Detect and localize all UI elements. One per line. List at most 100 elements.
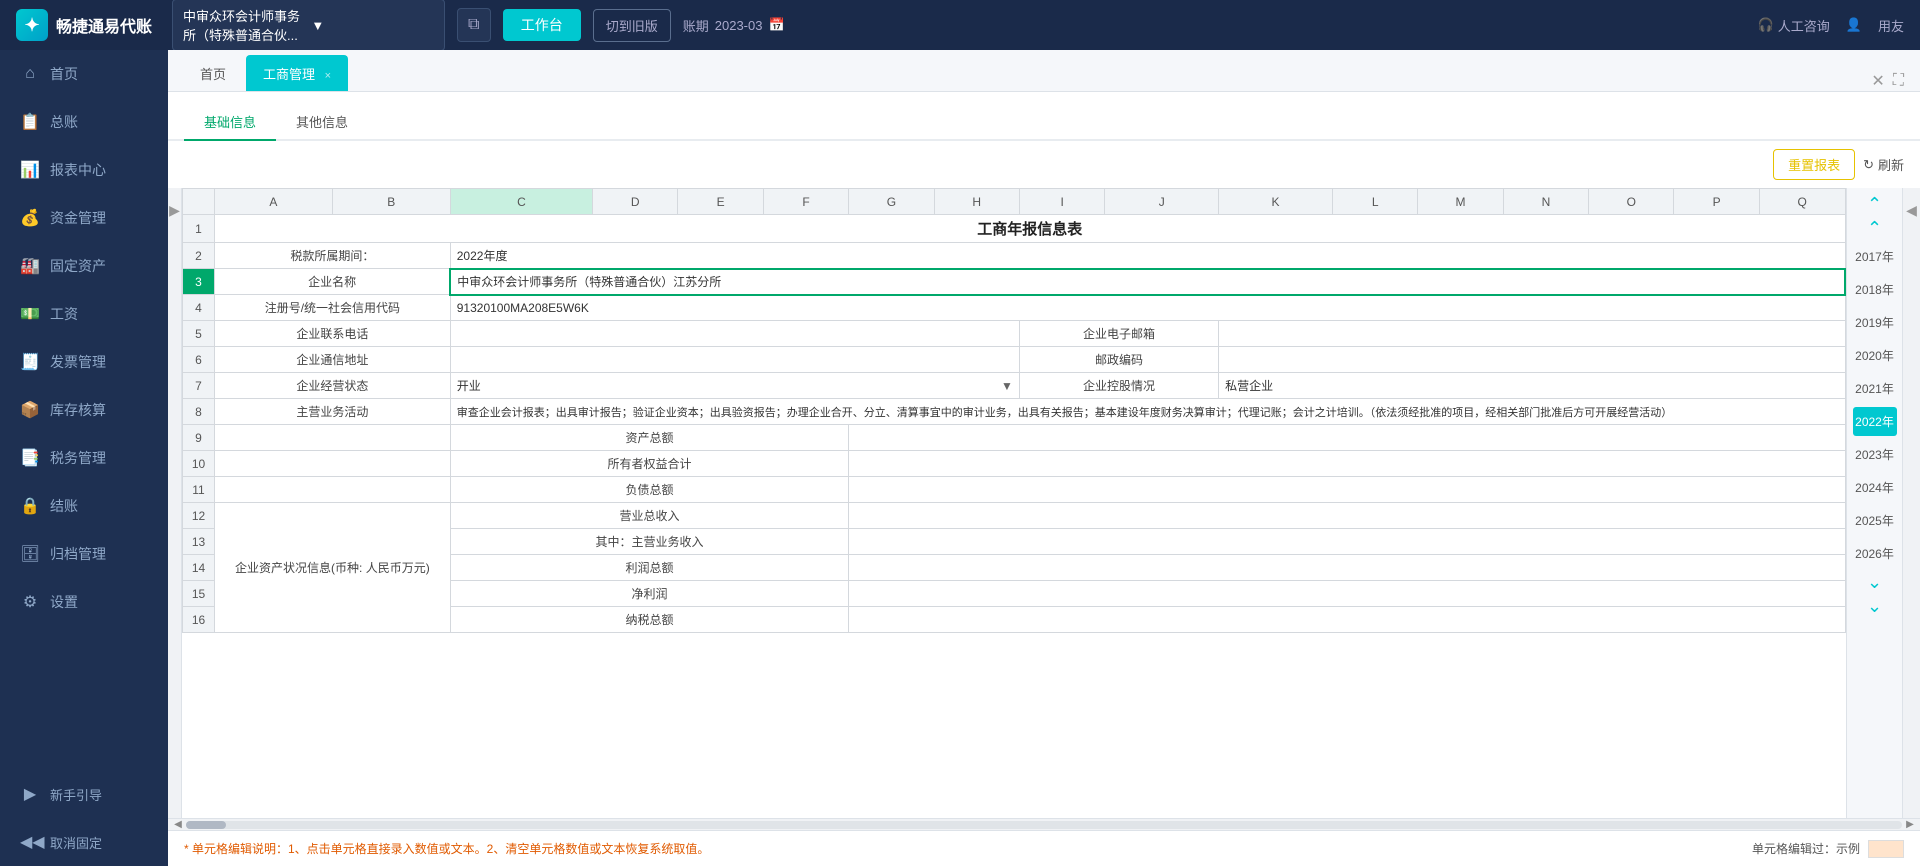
main-layout: ⌂ 首页 📋 总账 📊 报表中心 💰 资金管理 🏭 固定资产 💵 工资 🧾 发票… bbox=[0, 50, 1920, 866]
service-label: 人工咨询 bbox=[1778, 16, 1830, 35]
hscroll-track[interactable] bbox=[186, 821, 1902, 829]
sidebar-item-home[interactable]: ⌂ 首页 bbox=[0, 50, 168, 98]
toolbar: 重置报表 ↻ 刷新 bbox=[168, 141, 1920, 188]
company-selector[interactable]: 中审众环会计师事务所（特殊普通合伙... ▼ bbox=[172, 0, 445, 51]
refresh-button[interactable]: ↻ 刷新 bbox=[1863, 155, 1904, 174]
row5-phone[interactable] bbox=[450, 321, 1019, 347]
service-button[interactable]: 🎧 人工咨询 bbox=[1758, 16, 1830, 35]
sidebar-item-assets[interactable]: 🏭 固定资产 bbox=[0, 242, 168, 290]
row6-postal[interactable] bbox=[1219, 347, 1845, 373]
row12-value[interactable] bbox=[849, 503, 1845, 529]
row7-holding[interactable]: 私营企业 bbox=[1219, 373, 1845, 399]
year-down-icon[interactable]: ⌄ bbox=[1857, 594, 1893, 618]
row15-value[interactable] bbox=[849, 581, 1845, 607]
row2-value[interactable]: 2022年度 bbox=[450, 243, 1845, 269]
row4-value[interactable]: 91320100MA208E5W6K bbox=[450, 295, 1845, 321]
year-2020[interactable]: 2020年 bbox=[1853, 341, 1897, 370]
row14-label: 利润总额 bbox=[450, 555, 848, 581]
tab-close-icon[interactable]: × bbox=[325, 70, 331, 82]
hscroll-left-icon[interactable]: ◀ bbox=[170, 821, 186, 829]
spreadsheet-main[interactable]: A B C D E F G H I J K L M bbox=[182, 188, 1846, 818]
sidebar-item-unpin[interactable]: ◀◀ 取消固定 bbox=[0, 818, 168, 866]
sidebar-item-close[interactable]: 🔒 结账 bbox=[0, 482, 168, 530]
sidebar-item-archive[interactable]: 🗄 归档管理 bbox=[0, 530, 168, 578]
row-num-14: 14 bbox=[183, 555, 215, 581]
hscroll-right-icon[interactable]: ▶ bbox=[1902, 821, 1918, 829]
sidebar-item-inventory[interactable]: 📦 库存核算 bbox=[0, 386, 168, 434]
user-label: 用友 bbox=[1878, 16, 1904, 35]
col-header-n: N bbox=[1503, 189, 1588, 215]
year-2021[interactable]: 2021年 bbox=[1853, 374, 1897, 403]
year-up-icon[interactable]: ⌃ bbox=[1857, 192, 1893, 216]
calendar-icon[interactable]: 📅 bbox=[768, 17, 784, 33]
row9-value[interactable] bbox=[849, 425, 1845, 451]
hscroll-thumb[interactable] bbox=[186, 821, 226, 829]
row6-col2: 邮政编码 bbox=[1019, 347, 1218, 373]
table-row: 5 企业联系电话 企业电子邮箱 bbox=[183, 321, 1846, 347]
company-name: 中审众环会计师事务所（特殊普通合伙... bbox=[183, 6, 305, 44]
row8-value[interactable]: 审查企业会计报表；出具审计报告；验证企业资本；出具验资报告；办理企业合开、分立、… bbox=[450, 399, 1845, 425]
row13-label: 其中：主营业务收入 bbox=[450, 529, 848, 555]
tab-gongshang[interactable]: 工商管理 × bbox=[246, 55, 348, 91]
row10-value[interactable] bbox=[849, 451, 1845, 477]
row5-email[interactable] bbox=[1219, 321, 1845, 347]
year-2025[interactable]: 2025年 bbox=[1853, 506, 1897, 535]
settings-icon: ⚙ bbox=[20, 592, 40, 612]
tab-other-info[interactable]: 其他信息 bbox=[276, 104, 368, 141]
col-header-p: P bbox=[1674, 189, 1759, 215]
sidebar-item-tax[interactable]: 📑 税务管理 bbox=[0, 434, 168, 482]
row8-label: 主营业务活动 bbox=[215, 399, 451, 425]
invoice-icon: 🧾 bbox=[20, 352, 40, 372]
row-num-4: 4 bbox=[183, 295, 215, 321]
sidebar-item-settings[interactable]: ⚙ 设置 bbox=[0, 578, 168, 626]
row5-col1: 企业联系电话 bbox=[215, 321, 451, 347]
sidebar-item-salary[interactable]: 💵 工资 bbox=[0, 290, 168, 338]
sidebar-item-invoice[interactable]: 🧾 发票管理 bbox=[0, 338, 168, 386]
tab-home[interactable]: 首页 bbox=[184, 56, 242, 91]
expand-right-icon: ◀ bbox=[1902, 198, 1920, 223]
hscroll-bar[interactable]: ◀ ▶ bbox=[168, 818, 1920, 830]
sidebar-item-guide[interactable]: ▶ 新手引导 bbox=[0, 770, 168, 818]
app-logo: ✦ 畅捷通易代账 bbox=[16, 9, 152, 41]
row7-status[interactable]: 开业 ▼ bbox=[450, 373, 1019, 399]
row14-value[interactable] bbox=[849, 555, 1845, 581]
content-area: 首页 工商管理 × ✕ ⛶ 基础信息 其他信息 重置报表 ↻ bbox=[168, 50, 1920, 866]
row16-value[interactable] bbox=[849, 607, 1845, 633]
sidebar-item-ledger[interactable]: 📋 总账 bbox=[0, 98, 168, 146]
row-num-12: 12 bbox=[183, 503, 215, 529]
year-2024[interactable]: 2024年 bbox=[1853, 473, 1897, 502]
col-header-i: I bbox=[1019, 189, 1104, 215]
left-collapse-panel[interactable]: ▶ bbox=[168, 188, 182, 818]
year-2026[interactable]: 2026年 bbox=[1853, 539, 1897, 568]
workbench-button[interactable]: 工作台 bbox=[503, 9, 581, 41]
year-2018[interactable]: 2018年 bbox=[1853, 275, 1897, 304]
sidebar-label-home: 首页 bbox=[50, 64, 78, 84]
col-header-g: G bbox=[849, 189, 934, 215]
old-version-button[interactable]: 切到旧版 bbox=[593, 9, 671, 42]
row5-col2: 企业电子邮箱 bbox=[1019, 321, 1218, 347]
sidebar-item-report[interactable]: 📊 报表中心 bbox=[0, 146, 168, 194]
year-2023[interactable]: 2023年 bbox=[1853, 440, 1897, 469]
row3-value[interactable]: 中审众环会计师事务所（特殊普通合伙）江苏分所 bbox=[450, 269, 1845, 295]
sidebar-item-finance[interactable]: 💰 资金管理 bbox=[0, 194, 168, 242]
row6-addr[interactable] bbox=[450, 347, 1019, 373]
year-2022[interactable]: 2022年 bbox=[1853, 407, 1897, 436]
row-num-16: 16 bbox=[183, 607, 215, 633]
row4-label: 注册号/统一社会信用代码 bbox=[215, 295, 451, 321]
year-down2-icon[interactable]: ⌄ bbox=[1857, 570, 1893, 594]
row11-value[interactable] bbox=[849, 477, 1845, 503]
tab-basic-info[interactable]: 基础信息 bbox=[184, 104, 276, 141]
window-close-icon[interactable]: ✕ bbox=[1871, 71, 1884, 91]
reset-report-button[interactable]: 重置报表 bbox=[1773, 149, 1855, 180]
row13-value[interactable] bbox=[849, 529, 1845, 555]
table-title-cell[interactable]: 工商年报信息表 bbox=[215, 215, 1846, 243]
right-collapse-panel[interactable]: ◀ bbox=[1902, 188, 1920, 818]
year-up2-icon[interactable]: ⌃ bbox=[1857, 216, 1893, 240]
window-expand-icon[interactable]: ⛶ bbox=[1893, 72, 1904, 90]
year-2019[interactable]: 2019年 bbox=[1853, 308, 1897, 337]
copy-icon[interactable]: ⧉ bbox=[457, 8, 491, 42]
sidebar-label-guide: 新手引导 bbox=[50, 785, 102, 804]
table-row: 4 注册号/统一社会信用代码 91320100MA208E5W6K bbox=[183, 295, 1846, 321]
refresh-icon: ↻ bbox=[1863, 157, 1874, 173]
year-2017[interactable]: 2017年 bbox=[1853, 242, 1897, 271]
